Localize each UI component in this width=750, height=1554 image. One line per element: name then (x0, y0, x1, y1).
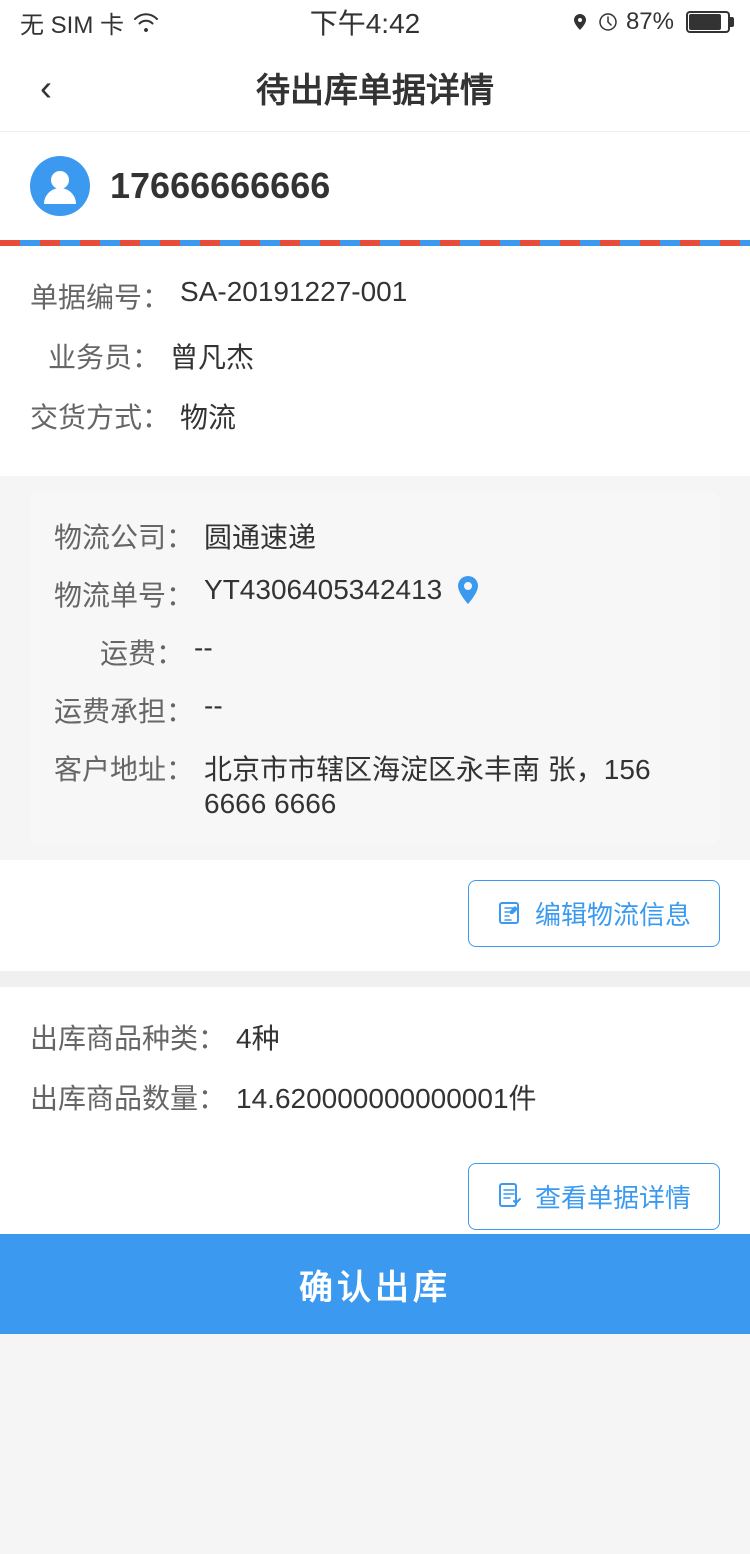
address-value: 北京市市辖区海淀区永丰南 张，156 6666 6666 (204, 748, 696, 820)
logistics-company-label: 物流公司： (54, 516, 194, 556)
edit-logistics-button[interactable]: 编辑物流信息 (468, 880, 720, 947)
salesman-row: 业务员： 曾凡杰 (30, 336, 720, 376)
avatar (30, 156, 90, 216)
salesman-value: 曾凡杰 (170, 336, 720, 376)
logistics-card: 物流公司： 圆通速递 物流单号： YT4306405342413 运费： -- … (30, 492, 720, 844)
salesman-label: 业务员： (30, 336, 160, 376)
order-info-section: 单据编号： SA-20191227-001 业务员： 曾凡杰 交货方式： 物流 (0, 246, 750, 476)
map-pin-icon[interactable] (452, 574, 484, 606)
address-row: 客户地址： 北京市市辖区海淀区永丰南 张，156 6666 6666 (54, 748, 696, 820)
nav-bar: ‹ 待出库单据详情 (0, 44, 750, 132)
view-detail-button[interactable]: 查看单据详情 (468, 1163, 720, 1230)
status-bar-right: 87% (570, 8, 730, 36)
customer-phone: 17666666666 (110, 165, 330, 207)
logistics-company-value: 圆通速递 (204, 516, 696, 556)
tracking-number-label: 物流单号： (54, 574, 194, 614)
customer-header: 17666666666 (0, 132, 750, 240)
goods-type-row: 出库商品种类： 4种 (30, 1017, 720, 1057)
tracking-number-row: 物流单号： YT4306405342413 (54, 574, 696, 614)
goods-quantity-value: 14.620000000000001件 (236, 1077, 537, 1117)
edit-logistics-label: 编辑物流信息 (535, 895, 691, 932)
goods-type-label: 出库商品种类： (30, 1017, 226, 1057)
page-title: 待出库单据详情 (256, 63, 494, 112)
goods-quantity-row: 出库商品数量： 14.620000000000001件 (30, 1077, 720, 1117)
delivery-method-label: 交货方式： (30, 396, 170, 436)
goods-section: 出库商品种类： 4种 出库商品数量： 14.620000000000001件 (0, 987, 750, 1147)
status-bar-left: 无 SIM 卡 (20, 5, 160, 40)
view-detail-label: 查看单据详情 (535, 1178, 691, 1215)
delivery-method-value: 物流 (180, 396, 720, 436)
order-number-value: SA-20191227-001 (180, 276, 720, 308)
carrier-label: 无 SIM 卡 (20, 5, 124, 40)
status-bar: 无 SIM 卡 下午4:42 87% (0, 0, 750, 44)
person-icon (40, 166, 80, 206)
tracking-number-text: YT4306405342413 (204, 574, 442, 606)
freight-bearer-value: -- (204, 690, 696, 722)
freight-bearer-row: 运费承担： -- (54, 690, 696, 730)
confirm-button-area[interactable]: 确认出库 (0, 1234, 750, 1334)
status-bar-time: 下午4:42 (310, 2, 421, 42)
freight-row: 运费： -- (54, 632, 696, 672)
tracking-number-value: YT4306405342413 (204, 574, 696, 606)
battery-label: 87% (626, 8, 674, 36)
back-button[interactable]: ‹ (30, 57, 62, 119)
freight-bearer-label: 运费承担： (54, 690, 194, 730)
goods-type-value: 4种 (236, 1017, 280, 1057)
freight-value: -- (194, 632, 696, 664)
goods-quantity-label: 出库商品数量： (30, 1077, 226, 1117)
location-status-icon (570, 12, 590, 32)
document-icon (497, 1183, 525, 1211)
order-number-label: 单据编号： (30, 276, 170, 316)
freight-label: 运费： (54, 632, 184, 672)
confirm-button-label: 确认出库 (299, 1260, 451, 1309)
wifi-icon (132, 12, 160, 32)
logistics-company-row: 物流公司： 圆通速递 (54, 516, 696, 556)
address-label: 客户地址： (54, 748, 194, 788)
delivery-method-row: 交货方式： 物流 (30, 396, 720, 436)
order-number-row: 单据编号： SA-20191227-001 (30, 276, 720, 316)
clock-icon (598, 12, 618, 32)
section-separator (0, 971, 750, 987)
edit-icon (497, 900, 525, 928)
edit-logistics-area: 编辑物流信息 (0, 860, 750, 971)
battery-icon (686, 11, 730, 33)
